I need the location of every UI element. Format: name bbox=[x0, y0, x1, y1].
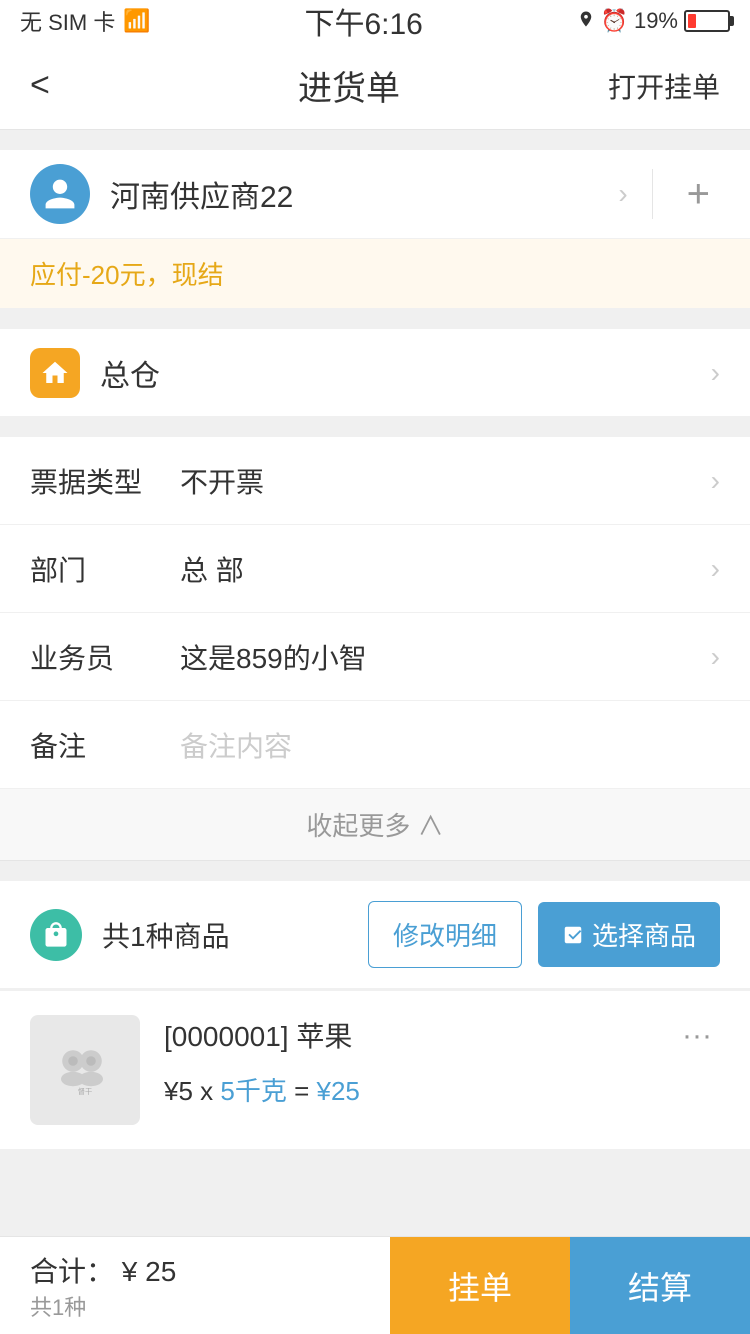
wifi-icon: 📶 bbox=[123, 8, 150, 34]
carrier-label: 无 SIM 卡 bbox=[20, 5, 115, 37]
battery-icon bbox=[684, 10, 730, 32]
remark-key: 备注 bbox=[30, 725, 160, 765]
supplier-chevron-icon: › bbox=[618, 178, 627, 210]
section-gap-3 bbox=[0, 417, 750, 437]
svg-text:督干: 督干 bbox=[78, 1087, 92, 1096]
status-bar: 无 SIM 卡 📶 下午6:16 ⏰ 19% bbox=[0, 0, 750, 42]
footer-total: 合计： ¥ 25 共1种 bbox=[0, 1250, 390, 1322]
location-icon bbox=[577, 8, 595, 34]
section-gap-2 bbox=[0, 309, 750, 329]
back-button[interactable]: < bbox=[30, 66, 90, 105]
battery-label: 19% bbox=[634, 8, 678, 34]
total-amount: ¥ 25 bbox=[122, 1256, 177, 1287]
remark-row[interactable]: 备注 备注内容 bbox=[0, 701, 750, 789]
remark-value: 备注内容 bbox=[180, 725, 720, 765]
footer: 合计： ¥ 25 共1种 挂单 结算 bbox=[0, 1236, 750, 1334]
product-title: 苹果 bbox=[296, 1021, 352, 1052]
warehouse-name: 总仓 bbox=[100, 351, 701, 395]
hang-button[interactable]: 挂单 bbox=[390, 1237, 570, 1334]
price-total: ¥25 bbox=[317, 1076, 360, 1106]
price-unit: ¥5 x bbox=[164, 1076, 220, 1106]
salesperson-chevron-icon: › bbox=[711, 641, 720, 673]
price-eq: = bbox=[294, 1076, 316, 1106]
select-product-label: 选择商品 bbox=[592, 916, 696, 953]
alarm-icon: ⏰ bbox=[601, 8, 628, 34]
total-sub: 共1种 bbox=[30, 1290, 360, 1322]
page-title: 进货单 bbox=[298, 61, 400, 110]
warehouse-selector[interactable]: 总仓 › bbox=[0, 329, 750, 417]
product-name: [0000001] 苹果 bbox=[164, 1015, 674, 1055]
product-card: 督干 [0000001] 苹果 ¥5 x 5千克 = ¥25 ··· bbox=[0, 991, 750, 1150]
supplier-avatar bbox=[30, 164, 90, 224]
department-row[interactable]: 部门 总 部 › bbox=[0, 525, 750, 613]
department-value: 总 部 bbox=[180, 549, 701, 589]
section-gap-1 bbox=[0, 130, 750, 150]
product-more-button[interactable]: ··· bbox=[674, 1015, 720, 1057]
status-left: 无 SIM 卡 📶 bbox=[20, 5, 151, 37]
invoice-type-row[interactable]: 票据类型 不开票 › bbox=[0, 437, 750, 525]
notice-text: 应付-20元，现结 bbox=[30, 260, 224, 290]
supplier-name: 河南供应商22 bbox=[110, 172, 608, 216]
form-section: 票据类型 不开票 › 部门 总 部 › 业务员 这是859的小智 › 备注 备注… bbox=[0, 437, 750, 789]
salesperson-key: 业务员 bbox=[30, 637, 160, 677]
add-button[interactable]: + bbox=[677, 162, 720, 227]
supplier-selector[interactable]: 河南供应商22 › bbox=[30, 150, 628, 238]
product-code: [0000001] bbox=[164, 1021, 296, 1052]
department-chevron-icon: › bbox=[711, 553, 720, 585]
department-key: 部门 bbox=[30, 549, 160, 589]
salesperson-row[interactable]: 业务员 这是859的小智 › bbox=[0, 613, 750, 701]
supplier-section: 河南供应商22 › + bbox=[0, 150, 750, 239]
warehouse-icon bbox=[30, 348, 80, 398]
collapse-text: 收起更多 ∧ bbox=[306, 806, 443, 843]
invoice-type-value: 不开票 bbox=[180, 461, 701, 501]
status-time: 下午6:16 bbox=[304, 0, 422, 43]
invoice-type-key: 票据类型 bbox=[30, 461, 160, 501]
salesperson-value: 这是859的小智 bbox=[180, 637, 701, 677]
notice-bar: 应付-20元，现结 bbox=[0, 239, 750, 309]
product-info: [0000001] 苹果 ¥5 x 5千克 = ¥25 bbox=[164, 1015, 674, 1108]
product-price: ¥5 x 5千克 = ¥25 bbox=[164, 1071, 674, 1108]
checkout-button[interactable]: 结算 bbox=[570, 1237, 750, 1334]
product-count-icon bbox=[30, 909, 82, 961]
section-gap-4 bbox=[0, 861, 750, 881]
total-label: 合计： bbox=[30, 1256, 114, 1287]
invoice-type-chevron-icon: › bbox=[711, 465, 720, 497]
price-qty: 5千克 bbox=[220, 1076, 286, 1106]
open-hang-button[interactable]: 打开挂单 bbox=[608, 66, 720, 106]
nav-bar: < 进货单 打开挂单 bbox=[0, 42, 750, 130]
product-thumbnail: 督干 bbox=[30, 1015, 140, 1125]
status-right: ⏰ 19% bbox=[577, 8, 730, 34]
collapse-bar[interactable]: 收起更多 ∧ bbox=[0, 789, 750, 861]
product-header: 共1种商品 修改明细 选择商品 bbox=[0, 881, 750, 989]
edit-detail-button[interactable]: 修改明细 bbox=[368, 901, 522, 968]
product-count-label: 共1种商品 bbox=[102, 915, 368, 955]
warehouse-chevron-icon: › bbox=[711, 357, 720, 389]
select-product-button[interactable]: 选择商品 bbox=[538, 902, 720, 967]
divider-vertical bbox=[652, 169, 653, 219]
